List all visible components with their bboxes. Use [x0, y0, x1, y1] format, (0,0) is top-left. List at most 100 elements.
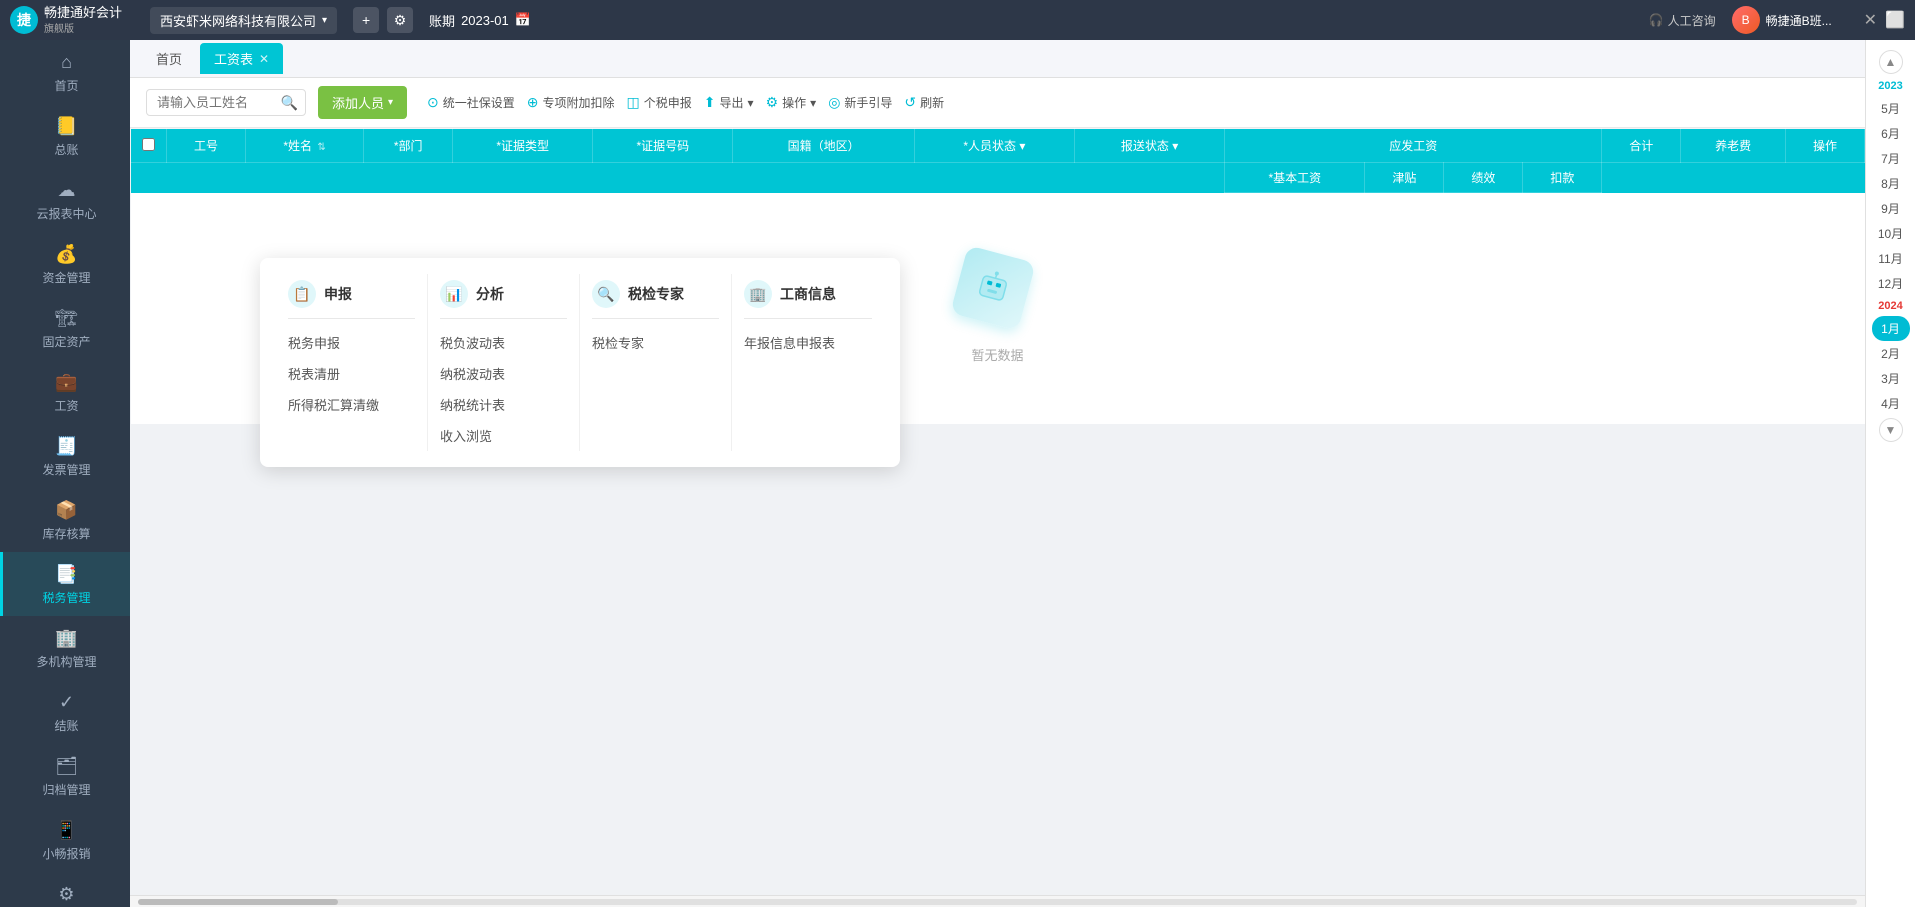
refresh-action[interactable]: ↺ 刷新 [904, 94, 944, 111]
link-tax-expert[interactable]: 税检专家 [592, 327, 719, 358]
sidebar-item-payroll[interactable]: 💼 工资 [0, 360, 130, 424]
link-tax-table[interactable]: 税表清册 [288, 358, 415, 389]
header-right: 🎧 人工咨询 B 畅捷通B班... ✕ ⬜ [1649, 6, 1905, 34]
month-11[interactable]: 11月 [1872, 246, 1910, 271]
tab-bar: 首页 工资表 ✕ [130, 40, 1865, 78]
calendar-down-icon[interactable]: ▼ [1879, 418, 1903, 442]
deduction-icon: ⊕ [527, 94, 539, 111]
guide-action[interactable]: ◎ 新手引导 [828, 94, 892, 111]
add-icon[interactable]: + [353, 7, 379, 33]
logo-area: 捷 畅捷通好会计 旗舰版 [10, 5, 140, 36]
tab-payroll-label: 工资表 [214, 49, 253, 68]
dropdown-cat-fenxi: 📊 分析 [440, 274, 567, 319]
link-tax-fluctuation[interactable]: 纳税波动表 [440, 358, 567, 389]
month-8[interactable]: 8月 [1872, 171, 1910, 196]
month-3-2024[interactable]: 3月 [1872, 366, 1910, 391]
month-7[interactable]: 7月 [1872, 146, 1910, 171]
link-income-tax-settle[interactable]: 所得税汇算清缴 [288, 389, 415, 420]
th-deduction: 扣款 [1523, 163, 1602, 193]
guide-btn-icon: ◎ [828, 94, 840, 111]
restore-icon[interactable]: ⬜ [1885, 10, 1905, 30]
dropdown-col-shenqbao: 📋 申报 税务申报 税表清册 所得税汇算清缴 [276, 274, 428, 451]
sidebar-item-close-period[interactable]: ✓ 结账 [0, 680, 130, 744]
sidebar-label-fund: 资金管理 [42, 269, 90, 286]
user-info[interactable]: B 畅捷通B班... [1732, 6, 1832, 34]
chevron-down-icon: ▾ [322, 15, 327, 26]
sidebar-item-inventory[interactable]: 📦 库存核算 [0, 488, 130, 552]
month-5[interactable]: 5月 [1872, 96, 1910, 121]
sidebar-item-multi-org[interactable]: 🏢 多机构管理 [0, 616, 130, 680]
th-pension: 养老费 [1681, 129, 1786, 163]
logo-icon: 捷 [10, 6, 38, 34]
link-tax-burden[interactable]: 税负波动表 [440, 327, 567, 358]
export-icon: ⬆ [704, 94, 716, 111]
operation-action[interactable]: ⚙ 操作 ▾ [766, 94, 817, 111]
link-income-browse[interactable]: 收入浏览 [440, 420, 567, 451]
th-operation: 操作 [1785, 129, 1864, 163]
month-12[interactable]: 12月 [1872, 271, 1910, 296]
horizontal-scrollbar [130, 895, 1865, 907]
company-selector[interactable]: 西安虾米网络科技有限公司 ▾ [150, 7, 337, 34]
tax-dropdown-menu: 📋 申报 税务申报 税表清册 所得税汇算清缴 📊 分析 税负波动表 [260, 258, 900, 467]
month-9[interactable]: 9月 [1872, 196, 1910, 221]
gongshang-cat-icon: 🏢 [744, 280, 772, 308]
link-tax-report[interactable]: 税务申报 [288, 327, 415, 358]
calendar-icon[interactable]: 📅 [515, 12, 531, 28]
sort-icon[interactable]: ⇅ [317, 142, 325, 153]
avatar: B [1732, 6, 1760, 34]
month-6[interactable]: 6月 [1872, 121, 1910, 146]
sidebar-item-ledger[interactable]: 📒 总账 [0, 104, 130, 168]
link-annual-report[interactable]: 年报信息申报表 [744, 327, 872, 358]
period-label: 账期 [429, 11, 455, 30]
sidebar-item-expense[interactable]: 📱 小畅报销 [0, 808, 130, 872]
sidebar-item-home[interactable]: ⌂ 首页 [0, 40, 130, 104]
sidebar-label-expense: 小畅报销 [42, 845, 90, 862]
export-action[interactable]: ⬆ 导出 ▾ [704, 94, 754, 111]
sidebar-label-ledger: 总账 [54, 141, 78, 158]
calendar-up-icon[interactable]: ▲ [1879, 50, 1903, 74]
expense-icon: 📱 [55, 820, 77, 841]
sidebar-item-cloud-report[interactable]: ☁ 云报表中心 [0, 168, 130, 232]
sidebar-item-settings[interactable]: ⚙ 基础设置 [0, 872, 130, 907]
tab-payroll[interactable]: 工资表 ✕ [200, 43, 283, 74]
inventory-icon: 📦 [55, 500, 77, 521]
sidebar-item-fund[interactable]: 💰 资金管理 [0, 232, 130, 296]
empty-text: 暂无数据 [971, 345, 1023, 364]
month-10[interactable]: 10月 [1872, 221, 1910, 246]
sidebar-item-fixed-assets[interactable]: 🏗 固定资产 [0, 296, 130, 360]
cloud-icon: ☁ [58, 180, 76, 201]
right-panel: ▲ 2023 5月 6月 7月 8月 9月 10月 11月 12月 2024 1… [1865, 40, 1915, 907]
th-base-salary: *基本工资 [1225, 163, 1365, 193]
month-2-2024[interactable]: 2月 [1872, 341, 1910, 366]
tax-report-action[interactable]: ◫ 个税申报 [627, 94, 692, 111]
sidebar-item-archive[interactable]: 🗂 归档管理 [0, 744, 130, 808]
report-filter-icon[interactable]: ▾ [1172, 139, 1178, 153]
app-version: 旗舰版 [44, 20, 122, 35]
month-4-2024[interactable]: 4月 [1872, 391, 1910, 416]
scroll-track [138, 899, 1857, 905]
sidebar-item-tax[interactable]: 📑 税务管理 [0, 552, 130, 616]
dropdown-cat-gongshang: 🏢 工商信息 [744, 274, 872, 319]
tab-home[interactable]: 首页 [142, 43, 196, 74]
tab-close-icon[interactable]: ✕ [259, 52, 269, 66]
scroll-thumb[interactable] [138, 899, 338, 905]
service-button[interactable]: 🎧 人工咨询 [1649, 12, 1716, 29]
th-person-status: *人员状态 ▾ [914, 129, 1074, 163]
sidebar-label-inventory: 库存核算 [42, 525, 90, 542]
sidebar-label-assets: 固定资产 [42, 333, 90, 350]
toolbar-actions: ⊙ 统一社保设置 ⊕ 专项附加扣除 ◫ 个税申报 ⬆ 导出 ▾ ⚙ [427, 94, 944, 111]
settings-icon[interactable]: ⚙ [387, 7, 413, 33]
operation-label: 操作 [782, 94, 806, 111]
social-insurance-action[interactable]: ⊙ 统一社保设置 [427, 94, 515, 111]
month-1-2024[interactable]: 1月 [1872, 316, 1910, 341]
select-all-checkbox[interactable] [142, 138, 155, 151]
fenxi-cat-icon: 📊 [440, 280, 468, 308]
close-icon[interactable]: ✕ [1864, 10, 1877, 30]
check-icon: ✓ [59, 692, 74, 713]
sidebar-item-invoice[interactable]: 🧾 发票管理 [0, 424, 130, 488]
main-content: 首页 工资表 ✕ 🔍 添加人员 ▾ ⊙ 统一社保设置 [130, 40, 1865, 907]
link-tax-stats[interactable]: 纳税统计表 [440, 389, 567, 420]
filter-icon[interactable]: ▾ [1019, 139, 1025, 153]
add-person-button[interactable]: 添加人员 ▾ [318, 86, 407, 119]
special-deduction-action[interactable]: ⊕ 专项附加扣除 [527, 94, 615, 111]
